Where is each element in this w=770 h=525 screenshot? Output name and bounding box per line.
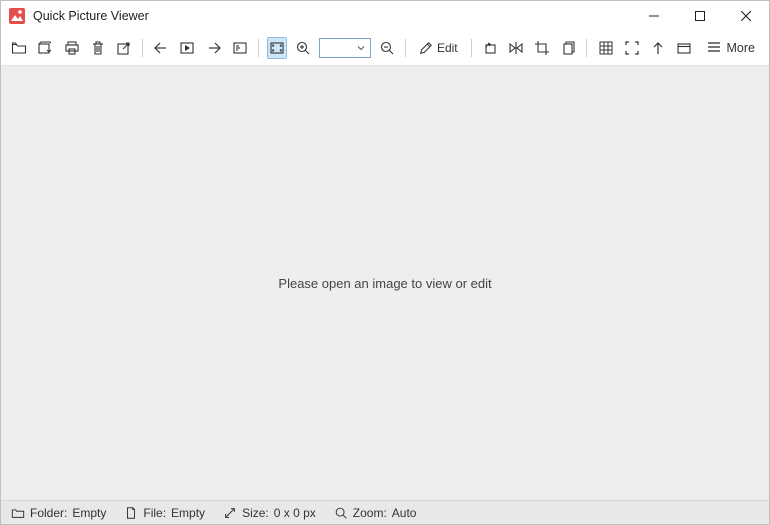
status-folder-value: Empty — [72, 506, 106, 520]
status-size: Size: 0 x 0 px — [223, 506, 316, 520]
dimensions-icon — [223, 506, 237, 520]
crop-button[interactable] — [532, 37, 552, 59]
frameless-button[interactable] — [674, 37, 694, 59]
always-on-top-button[interactable] — [648, 37, 668, 59]
external-open-button[interactable] — [114, 37, 134, 59]
file-icon — [124, 506, 138, 520]
slideshow-button[interactable] — [177, 37, 197, 59]
toolbar-separator — [586, 39, 587, 57]
status-file-value: Empty — [171, 506, 205, 520]
rotate-left-button[interactable] — [480, 37, 500, 59]
toolbar-separator — [471, 39, 472, 57]
status-file: File: Empty — [124, 506, 205, 520]
edit-button[interactable]: Edit — [414, 37, 463, 59]
flip-horizontal-button[interactable] — [506, 37, 526, 59]
folder-icon — [11, 506, 25, 520]
next-button[interactable] — [204, 37, 224, 59]
statusbar: Folder: Empty File: Empty Size: 0 x 0 px… — [1, 500, 769, 524]
image-canvas: Please open an image to view or edit — [1, 65, 769, 500]
delete-button[interactable] — [88, 37, 108, 59]
fullscreen-button[interactable] — [622, 37, 642, 59]
hamburger-icon — [707, 40, 721, 57]
status-folder: Folder: Empty — [11, 506, 106, 520]
toolbar-separator — [142, 39, 143, 57]
fit-to-window-button[interactable] — [267, 37, 287, 59]
status-size-label: Size: — [242, 506, 269, 520]
pencil-icon — [419, 41, 433, 55]
chevron-down-icon — [354, 41, 368, 55]
zoom-select[interactable] — [319, 38, 370, 58]
app-window: Quick Picture Viewer — [0, 0, 770, 525]
status-file-label: File: — [143, 506, 166, 520]
canvas-placeholder: Please open an image to view or edit — [278, 276, 491, 291]
minimize-button[interactable] — [631, 1, 677, 31]
titlebar: Quick Picture Viewer — [1, 1, 769, 31]
status-zoom: Zoom: Auto — [334, 506, 417, 520]
status-zoom-label: Zoom: — [353, 506, 387, 520]
status-folder-label: Folder: — [30, 506, 67, 520]
more-label: More — [727, 41, 755, 55]
zoom-out-button[interactable] — [377, 37, 397, 59]
checkerboard-button[interactable] — [595, 37, 615, 59]
toolbar-separator — [258, 39, 259, 57]
status-zoom-value: Auto — [392, 506, 417, 520]
maximize-button[interactable] — [677, 1, 723, 31]
edit-label: Edit — [437, 41, 458, 55]
image-info-button[interactable] — [230, 37, 250, 59]
toolbar-separator — [405, 39, 406, 57]
more-button[interactable]: More — [701, 38, 761, 59]
window-controls — [631, 1, 769, 31]
close-button[interactable] — [723, 1, 769, 31]
window-title: Quick Picture Viewer — [33, 9, 149, 23]
zoom-icon — [334, 506, 348, 520]
open-button[interactable] — [9, 37, 29, 59]
status-size-value: 0 x 0 px — [274, 506, 316, 520]
toolbar: Edit More — [1, 31, 769, 65]
app-icon — [9, 8, 25, 24]
print-button[interactable] — [61, 37, 81, 59]
save-as-button[interactable] — [35, 37, 55, 59]
previous-button[interactable] — [151, 37, 171, 59]
zoom-in-button[interactable] — [293, 37, 313, 59]
copy-button[interactable] — [558, 37, 578, 59]
